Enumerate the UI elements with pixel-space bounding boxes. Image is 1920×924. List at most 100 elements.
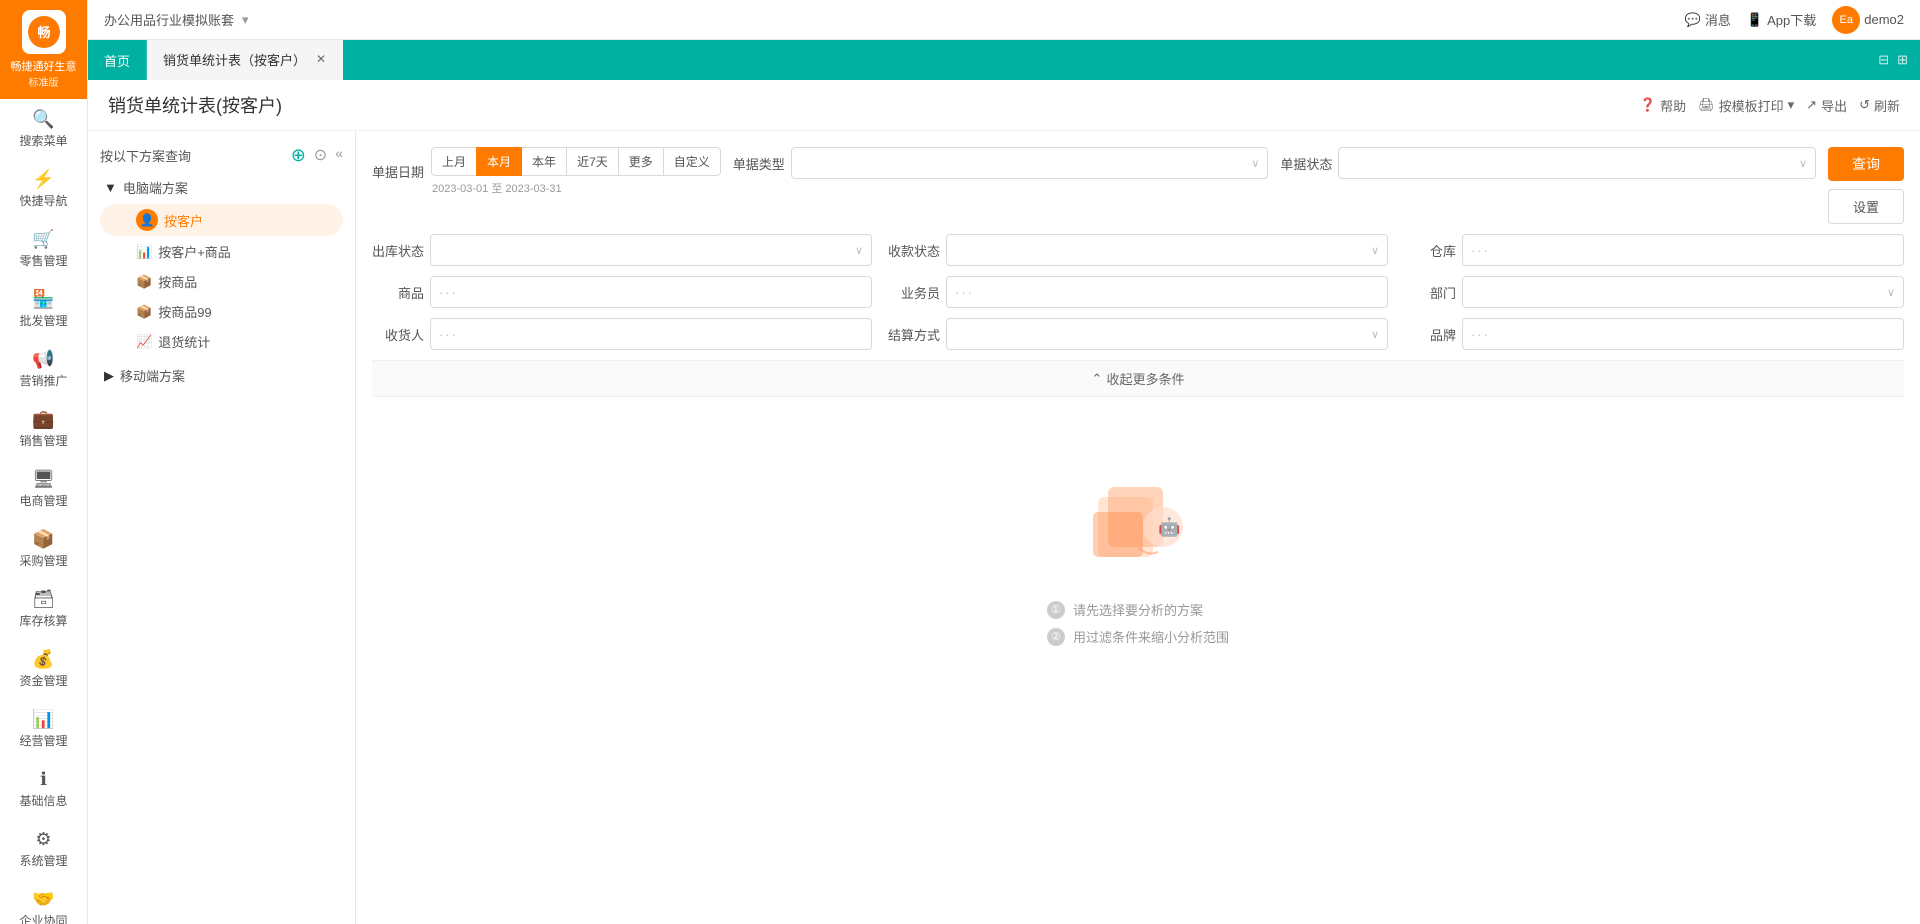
collapse-panel-btn[interactable]: «	[335, 145, 343, 166]
sidebar-item-0[interactable]: 🔍 搜索菜单	[0, 99, 87, 159]
sidebar-label-7: 采购管理	[19, 552, 67, 569]
payment-status-input[interactable]: ∨	[946, 234, 1388, 266]
sidebar-icon-3: 🏪	[32, 289, 54, 310]
sidebar-icon-11: ℹ	[40, 769, 47, 790]
brand-input[interactable]: ···	[1462, 318, 1904, 350]
refresh-label: 刷新	[1874, 96, 1900, 115]
logo-icon: 畅	[22, 10, 66, 54]
customer-goods-label: 按客户+商品	[158, 242, 231, 261]
settings-scheme-btn[interactable]: ⊙	[314, 145, 327, 166]
sidebar-item-11[interactable]: ℹ 基础信息	[0, 759, 87, 819]
sidebar-icon-6: 🖥	[32, 469, 55, 490]
doc-type-input[interactable]: ∨	[791, 147, 1269, 179]
print-dropdown-icon: ▾	[1788, 97, 1795, 113]
panel-header: 按以下方案查询 ⊕ ⊙ «	[88, 139, 355, 172]
empty-tips: ① 请先选择要分析的方案 ② 用过滤条件来缩小分析范围	[1047, 600, 1229, 646]
tab-home[interactable]: 首页	[88, 40, 147, 80]
sidebar-label-13: 企业协同	[19, 912, 67, 924]
sidebar-label-0: 搜索菜单	[19, 132, 67, 149]
out-status-input[interactable]: ∨	[430, 234, 872, 266]
tree-parent-desktop[interactable]: ▼ 电脑端方案	[96, 172, 347, 203]
help-btn[interactable]: ❓ 帮助	[1640, 96, 1686, 115]
message-label: 消息	[1705, 10, 1731, 29]
refresh-btn[interactable]: ↺ 刷新	[1859, 96, 1900, 115]
sidebar-item-6[interactable]: 🖥 电商管理	[0, 459, 87, 519]
tree-child-returns[interactable]: 📈 退货统计	[100, 327, 343, 356]
sidebar-label-6: 电商管理	[19, 492, 67, 509]
tree-child-goods[interactable]: 📦 按商品	[100, 267, 343, 296]
date-btn-custom[interactable]: 自定义	[663, 147, 721, 176]
goods-input[interactable]: ···	[430, 276, 872, 308]
svg-text:畅: 畅	[37, 25, 50, 40]
print-btn[interactable]: 🖨 按模板打印 ▾	[1698, 96, 1794, 115]
settlement-input[interactable]: ∨	[946, 318, 1388, 350]
sidebar-item-13[interactable]: 🤝企业协同	[0, 879, 87, 924]
panel-header-title: 按以下方案查询	[100, 146, 191, 165]
sidebar-item-3[interactable]: 🏪批发管理	[0, 279, 87, 339]
sidebar-item-10[interactable]: 📊经营管理	[0, 699, 87, 759]
warehouse-filter: 仓库 ···	[1404, 234, 1904, 266]
sidebar-item-9[interactable]: 💰资金管理	[0, 639, 87, 699]
sidebar-item-1[interactable]: ⚡快捷导航	[0, 159, 87, 219]
goods-icon: 📦	[136, 274, 152, 290]
tip-num-2: ②	[1047, 628, 1065, 646]
payment-status-label: 收款状态	[888, 241, 940, 260]
sidebar-item-8[interactable]: 🗃库存核算	[0, 579, 87, 639]
sidebar-icon-1: ⚡	[32, 169, 54, 190]
action-buttons: 查询 设置	[1828, 147, 1904, 224]
department-input[interactable]: ∨	[1462, 276, 1904, 308]
sidebar-item-12[interactable]: ⚙系统管理	[0, 819, 87, 879]
message-btn[interactable]: 💬 消息	[1685, 10, 1731, 29]
date-btn-last-month[interactable]: 上月	[431, 147, 477, 176]
date-btn-more[interactable]: 更多	[618, 147, 664, 176]
doc-status-input[interactable]: ∨	[1338, 147, 1816, 179]
export-btn[interactable]: ↗ 导出	[1806, 96, 1847, 115]
receiver-input[interactable]: ···	[430, 318, 872, 350]
query-btn[interactable]: 查询	[1828, 147, 1904, 181]
sidebar-menu: 🔍 搜索菜单 ⚡快捷导航🛒零售管理🏪批发管理📢营销推广💼销售管理 🖥 电商管理 📦采购管理…	[0, 99, 87, 924]
tab-maximize-icon[interactable]: ⊞	[1897, 52, 1908, 68]
tree-child-goods99[interactable]: 📦 按商品99	[100, 297, 343, 326]
app-download-btn[interactable]: 📱 App下载	[1747, 10, 1816, 29]
tree-child-customer-goods[interactable]: 📊 按客户+商品	[100, 237, 343, 266]
date-btn-this-year[interactable]: 本年	[521, 147, 567, 176]
date-label: 单据日期	[372, 162, 424, 181]
topbar-left: 办公用品行业模拟账套 ▾	[104, 10, 249, 29]
settlement-label: 结算方式	[888, 325, 940, 344]
tab-sales-stat[interactable]: 销货单统计表（按客户） ✕	[147, 40, 343, 80]
tab-minimize-icon[interactable]: ⊟	[1878, 52, 1889, 68]
tree-child-by-customer[interactable]: 👤 按客户	[100, 204, 343, 236]
sidebar-label-11: 基础信息	[19, 792, 67, 809]
tree-parent-mobile[interactable]: ▶ 移动端方案	[96, 360, 347, 391]
collapse-bar[interactable]: ⌃ 收起更多条件	[372, 360, 1904, 397]
sidebar-item-7[interactable]: 📦采购管理	[0, 519, 87, 579]
goods-label: 商品	[372, 283, 424, 302]
settlement-filter: 结算方式 ∨	[888, 318, 1388, 350]
sidebar-label-5: 销售管理	[19, 432, 67, 449]
doc-type-filter: 单据类型 ∨	[733, 147, 1269, 179]
topbar-dropdown-icon[interactable]: ▾	[242, 12, 249, 28]
tree-parent-label-mobile: 移动端方案	[120, 366, 185, 385]
breadcrumb-text: 办公用品行业模拟账套	[104, 10, 234, 29]
sidebar-item-4[interactable]: 📢营销推广	[0, 339, 87, 399]
sidebar-icon-0: 🔍	[32, 109, 54, 130]
tab-sales-stat-label: 销货单统计表（按客户）	[163, 50, 306, 69]
date-btn-this-month[interactable]: 本月	[476, 147, 522, 176]
doc-status-filter: 单据状态 ∨	[1280, 147, 1816, 179]
add-scheme-btn[interactable]: ⊕	[291, 145, 306, 166]
returns-icon: 📈	[136, 334, 152, 350]
user-area[interactable]: Ea demo2	[1832, 6, 1904, 34]
export-icon: ↗	[1806, 97, 1817, 113]
collapse-label: 收起更多条件	[1106, 369, 1184, 388]
salesperson-input[interactable]: ···	[946, 276, 1388, 308]
sidebar-item-5[interactable]: 💼销售管理	[0, 399, 87, 459]
warehouse-input[interactable]: ···	[1462, 234, 1904, 266]
out-status-filter: 出库状态 ∨	[372, 234, 872, 266]
sidebar-item-2[interactable]: 🛒零售管理	[0, 219, 87, 279]
tab-close-icon[interactable]: ✕	[316, 52, 326, 66]
brand-label: 品牌	[1404, 325, 1456, 344]
tree-parent-label-desktop: 电脑端方案	[123, 178, 188, 197]
setting-btn[interactable]: 设置	[1828, 189, 1904, 224]
date-btn-7days[interactable]: 近7天	[566, 147, 619, 176]
username: demo2	[1864, 12, 1904, 27]
